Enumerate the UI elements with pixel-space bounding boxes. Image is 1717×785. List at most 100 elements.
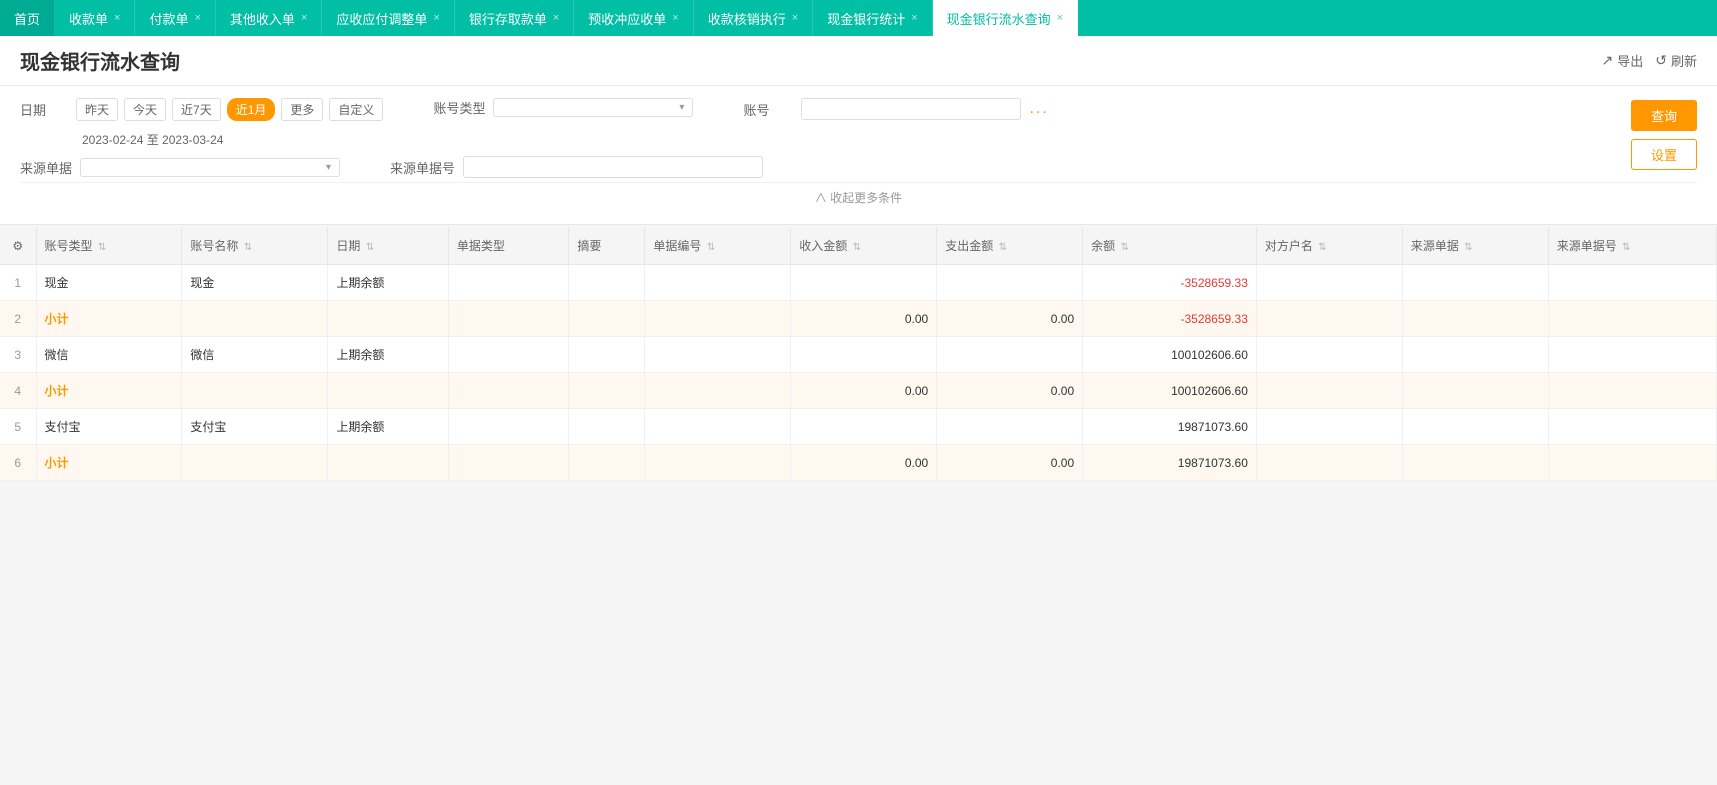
header-actions: ↗ 导出 ↺ 刷新 (1602, 51, 1698, 70)
td-balance: 100102606.60 (1083, 373, 1257, 409)
th-gear[interactable]: ⚙ (0, 227, 36, 265)
td-source-doc-no (1548, 445, 1716, 481)
nav-other-income[interactable]: 其他收入单 × (216, 0, 322, 36)
account-input[interactable] (801, 98, 1021, 120)
nav-cash-bank-flow[interactable]: 现金银行流水查询 × (933, 0, 1078, 36)
date-btn-today[interactable]: 今天 (124, 98, 166, 121)
td-counter-party (1256, 337, 1402, 373)
date-btn-1month[interactable]: 近1月 (227, 98, 276, 121)
td-doc-no (645, 265, 791, 301)
source-doc-no-input[interactable] (463, 156, 763, 178)
source-doc-select[interactable]: ▾ (80, 158, 340, 177)
table-row[interactable]: 5 支付宝 支付宝 上期余额 19871073.60 (0, 409, 1717, 445)
td-doc-no (645, 409, 791, 445)
date-btn-yesterday[interactable]: 昨天 (76, 98, 118, 121)
nav-collection-verify[interactable]: 收款核销执行 × (694, 0, 813, 36)
export-button[interactable]: ↗ 导出 (1602, 51, 1644, 70)
table-row[interactable]: 1 现金 现金 上期余额 -3528659.33 (0, 265, 1717, 301)
close-icon[interactable]: × (1057, 12, 1063, 24)
account-type-select[interactable]: ▾ (493, 98, 693, 117)
nav-home[interactable]: 首页 (0, 0, 55, 36)
td-source-doc (1402, 373, 1548, 409)
td-date (328, 301, 449, 337)
close-icon[interactable]: × (114, 12, 120, 24)
nav-bank-deposit[interactable]: 银行存取款单 × (455, 0, 574, 36)
td-income: 0.00 (791, 301, 937, 337)
th-expense[interactable]: 支出金额 ⇅ (937, 227, 1083, 265)
collapse-bar[interactable]: ∧ 收起更多条件 (20, 182, 1697, 212)
table-row[interactable]: 3 微信 微信 上期余额 100102606.60 (0, 337, 1717, 373)
date-btn-more[interactable]: 更多 (281, 98, 323, 121)
close-icon[interactable]: × (792, 12, 798, 24)
th-account-name[interactable]: 账号名称 ⇅ (182, 227, 328, 265)
td-summary (569, 409, 645, 445)
td-summary (569, 373, 645, 409)
td-doc-type (448, 265, 569, 301)
nav-payment[interactable]: 付款单 × (135, 0, 215, 36)
td-income: 0.00 (791, 445, 937, 481)
td-source-doc-no (1548, 337, 1716, 373)
nav-prepay-offset[interactable]: 预收冲应收单 × (574, 0, 693, 36)
table-row[interactable]: 6 小计 0.00 0.00 19871073.60 (0, 445, 1717, 481)
th-doc-no[interactable]: 单据编号 ⇅ (645, 227, 791, 265)
refresh-icon: ↺ (1655, 52, 1667, 69)
table-row[interactable]: 4 小计 0.00 0.00 100102606.60 (0, 373, 1717, 409)
nav-ar-ap-adjust[interactable]: 应收应付调整单 × (322, 0, 454, 36)
th-source-doc[interactable]: 来源单据 ⇅ (1402, 227, 1548, 265)
table-row[interactable]: 2 小计 0.00 0.00 -3528659.33 (0, 301, 1717, 337)
ellipsis-button[interactable]: ... (1029, 100, 1048, 118)
td-income (791, 265, 937, 301)
td-account-type: 小计 (36, 445, 182, 481)
nav-receipt[interactable]: 收款单 × (55, 0, 135, 36)
td-source-doc-no (1548, 409, 1716, 445)
query-button[interactable]: 查询 (1631, 100, 1697, 131)
td-row-no: 1 (0, 265, 36, 301)
th-balance[interactable]: 余额 ⇅ (1083, 227, 1257, 265)
td-source-doc (1402, 265, 1548, 301)
th-income[interactable]: 收入金额 ⇅ (791, 227, 937, 265)
td-summary (569, 265, 645, 301)
td-account-type: 微信 (36, 337, 182, 373)
close-icon[interactable]: × (553, 12, 559, 24)
td-balance: -3528659.33 (1083, 301, 1257, 337)
td-counter-party (1256, 409, 1402, 445)
td-doc-no (645, 445, 791, 481)
td-expense (937, 265, 1083, 301)
date-options: 昨天 今天 近7天 近1月 更多 自定义 (76, 98, 383, 121)
td-account-type: 小计 (36, 301, 182, 337)
close-icon[interactable]: × (301, 12, 307, 24)
settings-button[interactable]: 设置 (1631, 139, 1697, 170)
top-nav: 首页 收款单 × 付款单 × 其他收入单 × 应收应付调整单 × 银行存取款单 … (0, 0, 1717, 36)
th-date[interactable]: 日期 ⇅ (328, 227, 449, 265)
close-icon[interactable]: × (911, 12, 917, 24)
nav-cash-bank-stat[interactable]: 现金银行统计 × (813, 0, 932, 36)
refresh-button[interactable]: ↺ 刷新 (1655, 51, 1697, 70)
source-doc-label: 来源单据 (20, 158, 72, 177)
td-account-name (182, 445, 328, 481)
page-title: 现金银行流水查询 (20, 46, 180, 75)
export-icon: ↗ (1602, 52, 1614, 69)
date-btn-custom[interactable]: 自定义 (329, 98, 383, 121)
td-counter-party (1256, 265, 1402, 301)
td-balance: 19871073.60 (1083, 445, 1257, 481)
date-btn-7days[interactable]: 近7天 (172, 98, 221, 121)
td-row-no: 6 (0, 445, 36, 481)
td-doc-no (645, 373, 791, 409)
close-icon[interactable]: × (194, 12, 200, 24)
td-doc-type (448, 445, 569, 481)
td-account-name: 微信 (182, 337, 328, 373)
th-summary: 摘要 (569, 227, 645, 265)
th-source-doc-no[interactable]: 来源单据号 ⇅ (1548, 227, 1716, 265)
close-icon[interactable]: × (433, 12, 439, 24)
th-counter-party[interactable]: 对方户名 ⇅ (1256, 227, 1402, 265)
th-account-type[interactable]: 账号类型 ⇅ (36, 227, 182, 265)
td-date: 上期余额 (328, 265, 449, 301)
td-row-no: 2 (0, 301, 36, 337)
td-expense: 0.00 (937, 301, 1083, 337)
td-row-no: 4 (0, 373, 36, 409)
close-icon[interactable]: × (672, 12, 678, 24)
td-counter-party (1256, 445, 1402, 481)
td-account-type: 支付宝 (36, 409, 182, 445)
td-counter-party (1256, 373, 1402, 409)
td-balance: -3528659.33 (1083, 265, 1257, 301)
